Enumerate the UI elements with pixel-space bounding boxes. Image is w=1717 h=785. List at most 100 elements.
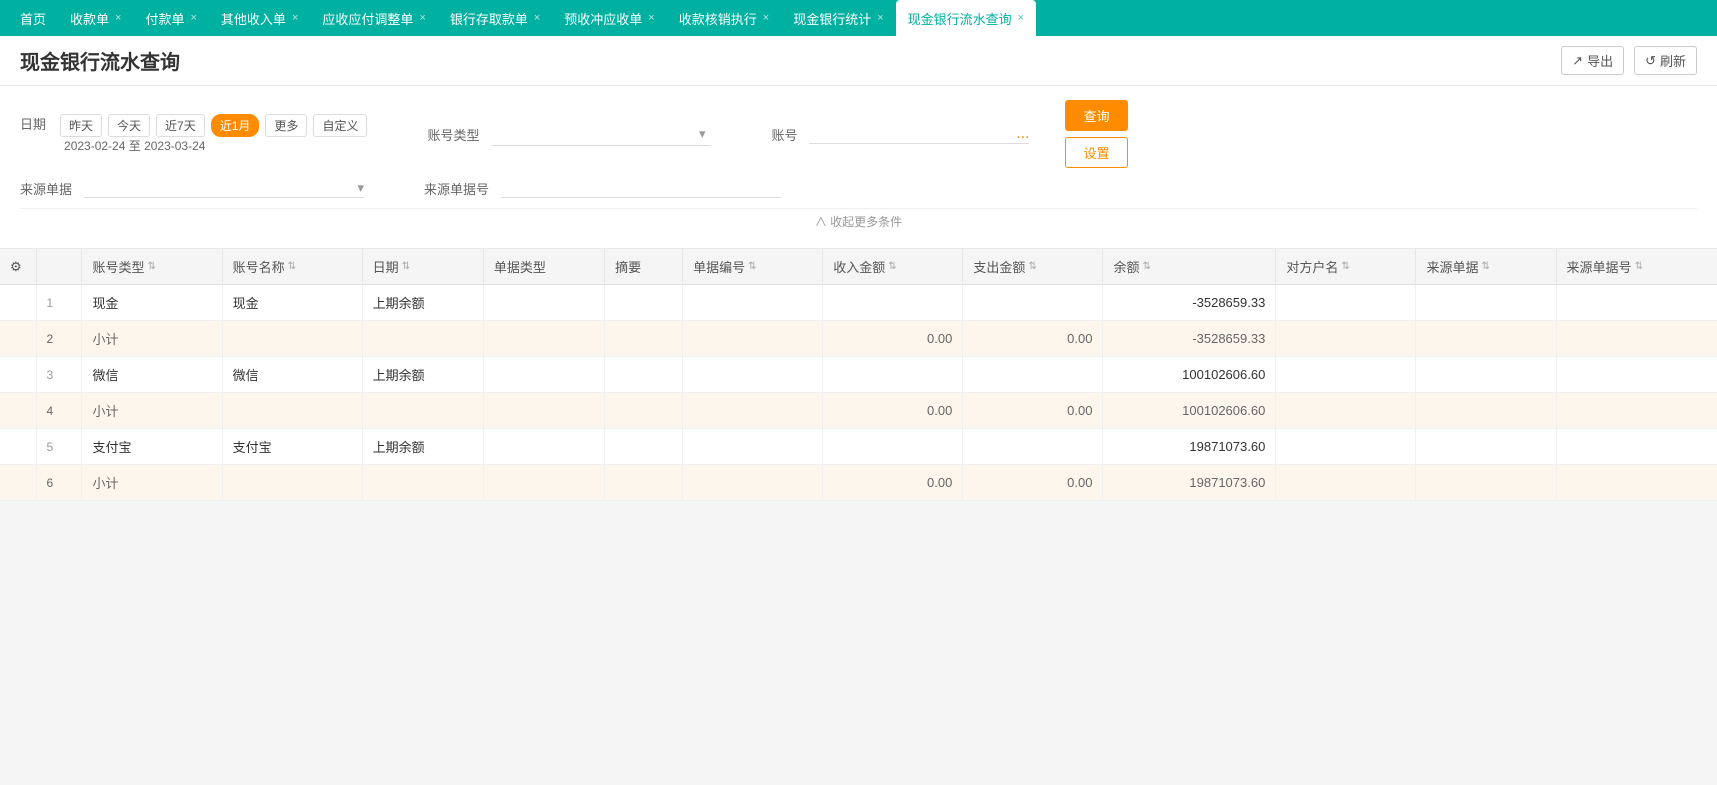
sort-icon-account_name: ⇅ — [288, 261, 296, 272]
account-dots[interactable]: ... — [1016, 125, 1029, 143]
col-income[interactable]: 收入金额 ⇅ — [823, 249, 963, 285]
cell-source_doc — [1416, 465, 1556, 501]
cell-date — [362, 321, 483, 357]
cell-index: 4 — [36, 393, 82, 429]
date-shortcuts: 昨天今天近7天近1月更多自定义 — [60, 114, 367, 137]
cell-account_type: 支付宝 — [82, 429, 222, 465]
nav-home[interactable]: 首页 — [8, 9, 58, 28]
export-icon: ↗ — [1572, 53, 1583, 69]
cell-source_doc — [1416, 285, 1556, 321]
col-balance[interactable]: 余额 ⇅ — [1103, 249, 1276, 285]
tab-close-icon[interactable]: × — [763, 12, 769, 24]
tab-close-icon[interactable]: × — [292, 12, 298, 24]
date-shortcut-1[interactable]: 今天 — [108, 114, 150, 137]
col-expense[interactable]: 支出金额 ⇅ — [963, 249, 1103, 285]
cell-account_type: 小计 — [82, 321, 222, 357]
sort-icon-counterpart: ⇅ — [1341, 261, 1349, 272]
cell-counterpart — [1276, 285, 1416, 321]
cell-source_doc_no — [1556, 393, 1717, 429]
col-source_doc_no[interactable]: 来源单据号 ⇅ — [1556, 249, 1717, 285]
tab-close-icon[interactable]: × — [534, 12, 540, 24]
nav-tab-收款核销执行[interactable]: 收款核销执行× — [667, 0, 781, 36]
date-shortcut-3[interactable]: 近1月 — [211, 114, 260, 137]
cell-index: 2 — [36, 321, 82, 357]
tab-close-icon[interactable]: × — [648, 12, 654, 24]
table-row: 1现金现金上期余额-3528659.33 — [0, 285, 1717, 321]
cell-balance: -3528659.33 — [1103, 285, 1276, 321]
cell-summary — [605, 321, 683, 357]
cell-expense — [963, 357, 1103, 393]
cell-doc_no — [683, 393, 823, 429]
cell-income: 0.00 — [823, 393, 963, 429]
col-counterpart[interactable]: 对方户名 ⇅ — [1276, 249, 1416, 285]
filter-area: 日期 昨天今天近7天近1月更多自定义 2023-02-24 至 2023-03-… — [0, 86, 1717, 249]
cell-doc_type — [483, 321, 604, 357]
col-summary: 摘要 — [605, 249, 683, 285]
cell-income: 0.00 — [823, 465, 963, 501]
source-doc-input[interactable] — [84, 178, 357, 197]
cell-account_type: 小计 — [82, 465, 222, 501]
sort-icon-date: ⇅ — [402, 261, 410, 272]
sort-icon-doc_no: ⇅ — [748, 261, 756, 272]
col-account_type[interactable]: 账号类型 ⇅ — [82, 249, 222, 285]
cell-date: 上期余额 — [362, 429, 483, 465]
date-shortcut-0[interactable]: 昨天 — [60, 114, 102, 137]
nav-tab-应收应付调整单[interactable]: 应收应付调整单× — [310, 0, 437, 36]
cell-expense — [963, 429, 1103, 465]
cell-account_type: 小计 — [82, 393, 222, 429]
table-row: 6小计0.000.0019871073.60 — [0, 465, 1717, 501]
nav-tab-现金银行流水查询[interactable]: 现金银行流水查询× — [896, 0, 1036, 36]
cell-balance: 100102606.60 — [1103, 393, 1276, 429]
cell-doc_type — [483, 393, 604, 429]
cell-account_name — [222, 393, 362, 429]
date-shortcut-5[interactable]: 自定义 — [313, 114, 367, 137]
query-button[interactable]: 查询 — [1065, 100, 1127, 131]
cell-source_doc — [1416, 321, 1556, 357]
source-doc-no-input[interactable] — [501, 178, 781, 197]
cell-source_doc_no — [1556, 357, 1717, 393]
nav-tab-其他收入单[interactable]: 其他收入单× — [209, 0, 310, 36]
date-shortcut-2[interactable]: 近7天 — [156, 114, 205, 137]
export-button[interactable]: ↗ 导出 — [1561, 46, 1624, 75]
account-input[interactable] — [809, 124, 1012, 143]
tab-close-icon[interactable]: × — [877, 12, 883, 24]
cell-source_doc_no — [1556, 465, 1717, 501]
nav-tab-收款单[interactable]: 收款单× — [58, 0, 133, 36]
tab-close-icon[interactable]: × — [190, 12, 196, 24]
settings-button[interactable]: 设置 — [1065, 137, 1127, 168]
tab-close-icon[interactable]: × — [419, 12, 425, 24]
source-doc-label: 来源单据 — [20, 179, 72, 198]
col-account_name[interactable]: 账号名称 ⇅ — [222, 249, 362, 285]
table-head: ⚙账号类型 ⇅账号名称 ⇅日期 ⇅单据类型摘要单据编号 ⇅收入金额 ⇅支出金额 … — [0, 249, 1717, 285]
cell-income — [823, 429, 963, 465]
cell-source_doc_no — [1556, 321, 1717, 357]
tab-close-icon[interactable]: × — [1018, 12, 1024, 24]
col-date[interactable]: 日期 ⇅ — [362, 249, 483, 285]
tab-close-icon[interactable]: × — [115, 12, 121, 24]
top-nav: 首页 收款单×付款单×其他收入单×应收应付调整单×银行存取款单×预收冲应收单×收… — [0, 0, 1717, 36]
date-range: 2023-02-24 至 2023-03-24 — [64, 137, 367, 154]
col-source_doc[interactable]: 来源单据 ⇅ — [1416, 249, 1556, 285]
table-row: 2小计0.000.00-3528659.33 — [0, 321, 1717, 357]
cell-date: 上期余额 — [362, 357, 483, 393]
col-index — [36, 249, 82, 285]
refresh-icon: ↺ — [1645, 53, 1656, 69]
nav-tab-预收冲应收单[interactable]: 预收冲应收单× — [552, 0, 666, 36]
date-label: 日期 — [20, 114, 46, 133]
cell-source_doc_no — [1556, 285, 1717, 321]
account-type-label: 账号类型 — [427, 125, 479, 144]
cell-doc_no — [683, 357, 823, 393]
collapse-bar[interactable]: ∧ 收起更多条件 — [20, 208, 1697, 234]
data-table: ⚙账号类型 ⇅账号名称 ⇅日期 ⇅单据类型摘要单据编号 ⇅收入金额 ⇅支出金额 … — [0, 249, 1717, 501]
cell-gear — [0, 429, 36, 465]
account-type-select[interactable]: ▾ — [491, 122, 711, 146]
nav-tab-付款单[interactable]: 付款单× — [133, 0, 208, 36]
cell-gear — [0, 321, 36, 357]
col-doc_no[interactable]: 单据编号 ⇅ — [683, 249, 823, 285]
nav-tab-银行存取款单[interactable]: 银行存取款单× — [438, 0, 552, 36]
refresh-button[interactable]: ↺ 刷新 — [1634, 46, 1697, 75]
date-shortcut-4[interactable]: 更多 — [265, 114, 307, 137]
cell-counterpart — [1276, 393, 1416, 429]
nav-tab-现金银行统计[interactable]: 现金银行统计× — [781, 0, 895, 36]
cell-account_type: 现金 — [82, 285, 222, 321]
